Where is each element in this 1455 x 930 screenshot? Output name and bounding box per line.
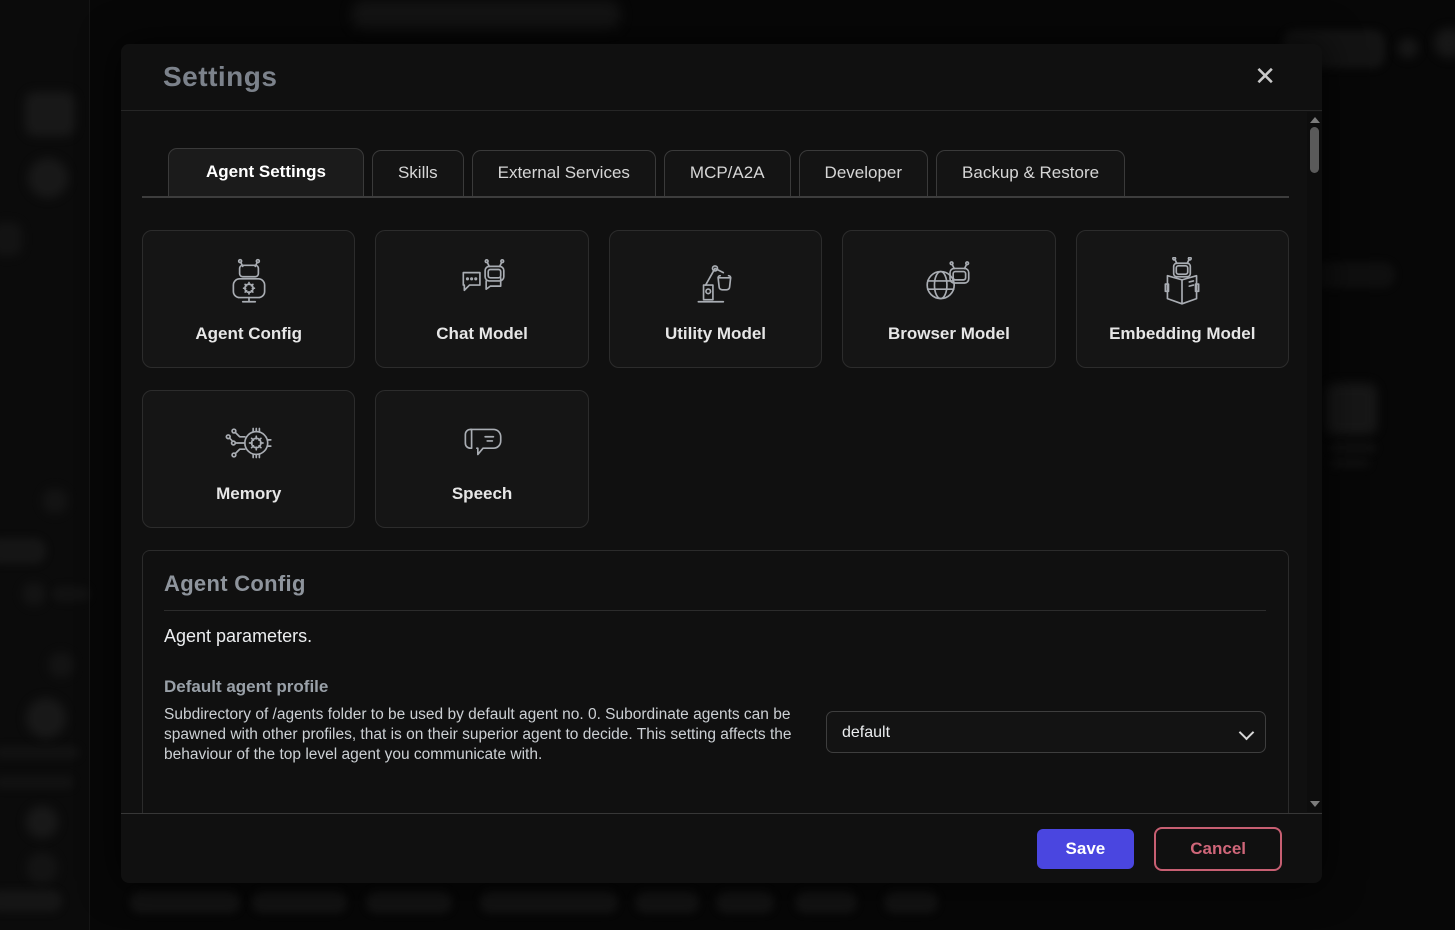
background-blur-button bbox=[884, 891, 938, 913]
background-blur-icon bbox=[28, 158, 68, 198]
background-blur-item bbox=[1330, 442, 1376, 454]
background-blur-button bbox=[716, 891, 774, 913]
background-blur-item bbox=[0, 890, 62, 912]
field-text: Default agent profile Subdirectory of /a… bbox=[164, 677, 812, 765]
save-button[interactable]: Save bbox=[1037, 829, 1135, 869]
modal-body: Agent Settings Skills External Services … bbox=[121, 111, 1322, 813]
card-label: Agent Config bbox=[195, 324, 302, 344]
card-browser-model[interactable]: Browser Model bbox=[842, 230, 1055, 368]
background-blur-item bbox=[0, 538, 46, 564]
background-blur-item bbox=[0, 746, 80, 759]
background-blur-button bbox=[366, 891, 452, 913]
browser-model-icon bbox=[920, 254, 978, 312]
background-blur-icon bbox=[26, 698, 66, 738]
card-label: Utility Model bbox=[665, 324, 766, 344]
field-label: Default agent profile bbox=[164, 677, 812, 697]
scrollbar-up-arrow-icon[interactable] bbox=[1310, 117, 1320, 123]
card-chat-model[interactable]: Chat Model bbox=[375, 230, 588, 368]
background-blur-icon bbox=[42, 488, 68, 514]
card-agent-config[interactable]: Agent Config bbox=[142, 230, 355, 368]
section-title: Agent Config bbox=[164, 571, 1266, 597]
field-control: default bbox=[812, 677, 1266, 753]
field-description: Subdirectory of /agents folder to be use… bbox=[164, 705, 812, 765]
background-blur-icon bbox=[26, 852, 58, 884]
background-blur-icon bbox=[0, 222, 22, 256]
memory-icon bbox=[220, 414, 278, 472]
tab-skills[interactable]: Skills bbox=[372, 150, 464, 196]
section-description: Agent parameters. bbox=[164, 626, 1266, 647]
agent-config-section: Agent Config Agent parameters. Default a… bbox=[142, 550, 1289, 813]
background-blur-icon bbox=[26, 806, 58, 838]
default-agent-profile-select[interactable]: default bbox=[826, 711, 1266, 753]
background-blur-icon bbox=[1398, 38, 1418, 58]
card-utility-model[interactable]: Utility Model bbox=[609, 230, 822, 368]
modal-footer: Save Cancel bbox=[121, 813, 1322, 883]
field-default-agent-profile: Default agent profile Subdirectory of /a… bbox=[164, 677, 1266, 765]
background-blur-icon bbox=[22, 582, 46, 606]
scrollbar-down-arrow-icon[interactable] bbox=[1310, 801, 1320, 807]
card-label: Embedding Model bbox=[1109, 324, 1255, 344]
background-sidebar bbox=[0, 0, 90, 930]
background-blur-item bbox=[1330, 458, 1370, 468]
card-label: Memory bbox=[216, 484, 281, 504]
background-blur-icon bbox=[1325, 383, 1377, 435]
embedding-model-icon bbox=[1153, 254, 1211, 312]
settings-tab-bar: Agent Settings Skills External Services … bbox=[142, 148, 1289, 198]
background-blur-icon bbox=[48, 652, 74, 678]
chat-model-icon bbox=[453, 254, 511, 312]
utility-model-icon bbox=[686, 254, 744, 312]
modal-header: Settings ✕ bbox=[121, 44, 1322, 111]
tab-agent-settings[interactable]: Agent Settings bbox=[168, 148, 364, 196]
background-blur-item bbox=[0, 776, 74, 789]
background-blur-button bbox=[635, 891, 699, 913]
settings-card-grid: Agent Config Chat bbox=[142, 230, 1289, 528]
speech-icon bbox=[453, 414, 511, 472]
scrollbar-thumb[interactable] bbox=[1310, 127, 1319, 173]
section-divider bbox=[164, 610, 1266, 611]
tab-external-services[interactable]: External Services bbox=[472, 150, 656, 196]
background-blur-icon bbox=[1434, 28, 1455, 58]
modal-scroll-area: Agent Settings Skills External Services … bbox=[121, 111, 1307, 813]
settings-modal: Settings ✕ Agent Settings Skills Externa… bbox=[121, 44, 1322, 883]
tab-developer[interactable]: Developer bbox=[799, 150, 929, 196]
background-blur-button bbox=[252, 891, 347, 913]
card-speech[interactable]: Speech bbox=[375, 390, 588, 528]
background-blur-item bbox=[52, 586, 90, 602]
modal-scrollbar[interactable] bbox=[1307, 112, 1322, 812]
card-label: Browser Model bbox=[888, 324, 1010, 344]
tab-backup-restore[interactable]: Backup & Restore bbox=[936, 150, 1125, 196]
cancel-button[interactable]: Cancel bbox=[1154, 827, 1282, 871]
background-blur-button bbox=[795, 891, 857, 913]
background-blur-button bbox=[130, 891, 240, 913]
tab-mcp-a2a[interactable]: MCP/A2A bbox=[664, 150, 791, 196]
card-memory[interactable]: Memory bbox=[142, 390, 355, 528]
close-icon[interactable]: ✕ bbox=[1248, 62, 1282, 92]
profile-select-wrap: default bbox=[826, 711, 1266, 753]
card-label: Chat Model bbox=[436, 324, 528, 344]
background-blur-button bbox=[480, 891, 618, 913]
background-blur-icon bbox=[25, 92, 75, 136]
background-blur-message bbox=[352, 0, 620, 30]
agent-config-icon bbox=[220, 254, 278, 312]
modal-title: Settings bbox=[163, 61, 277, 93]
card-label: Speech bbox=[452, 484, 512, 504]
card-embedding-model[interactable]: Embedding Model bbox=[1076, 230, 1289, 368]
